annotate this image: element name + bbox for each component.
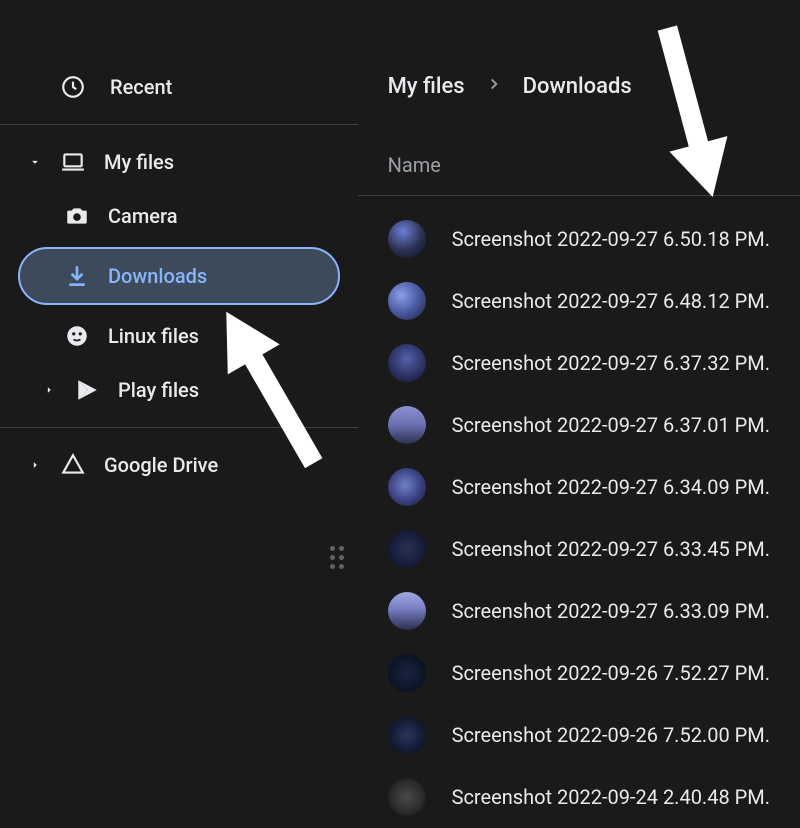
breadcrumb: My files Downloads: [358, 60, 800, 113]
sidebar-item-downloads[interactable]: Downloads: [18, 247, 340, 305]
thumbnail-icon: [388, 344, 426, 382]
thumbnail-icon: [388, 468, 426, 506]
thumbnail-icon: [388, 716, 426, 754]
divider: [0, 427, 358, 428]
breadcrumb-current: Downloads: [523, 74, 632, 99]
linux-files-label: Linux files: [108, 324, 199, 348]
file-name: Screenshot 2022-09-27 6.37.01 PM.: [452, 413, 770, 437]
sidebar: Recent My files Camera Downloads Linux f…: [0, 0, 358, 800]
sidebar-item-google-drive[interactable]: Google Drive: [0, 438, 358, 492]
thumbnail-icon: [388, 654, 426, 692]
recent-label: Recent: [110, 75, 172, 99]
file-row[interactable]: Screenshot 2022-09-27 6.48.12 PM.: [358, 270, 800, 332]
divider: [358, 195, 800, 196]
sidebar-item-my-files[interactable]: My files: [0, 135, 358, 189]
chevron-down-icon: [28, 155, 42, 169]
file-name: Screenshot 2022-09-27 6.48.12 PM.: [452, 289, 770, 313]
file-row[interactable]: Screenshot 2022-09-27 6.33.09 PM.: [358, 580, 800, 642]
breadcrumb-root[interactable]: My files: [388, 74, 465, 99]
sidebar-item-camera[interactable]: Camera: [0, 189, 358, 243]
file-row[interactable]: Screenshot 2022-09-26 7.52.00 PM.: [358, 704, 800, 766]
file-row[interactable]: Screenshot 2022-09-26 7.52.27 PM.: [358, 642, 800, 704]
download-icon: [64, 263, 90, 289]
clock-icon: [60, 74, 86, 100]
thumbnail-icon: [388, 778, 426, 816]
file-name: Screenshot 2022-09-24 2.40.48 PM.: [452, 785, 770, 809]
drag-handle[interactable]: [330, 546, 346, 570]
camera-label: Camera: [108, 204, 177, 228]
file-row[interactable]: Screenshot 2022-09-27 6.37.32 PM.: [358, 332, 800, 394]
file-name: Screenshot 2022-09-27 6.50.18 PM.: [452, 227, 770, 251]
linux-icon: [64, 323, 90, 349]
google-drive-label: Google Drive: [104, 453, 218, 477]
laptop-icon: [60, 149, 86, 175]
play-icon: [74, 377, 100, 403]
divider: [0, 124, 358, 125]
chevron-right-icon: [42, 383, 56, 397]
main-panel: My files Downloads Name Screenshot 2022-…: [358, 0, 800, 800]
file-row[interactable]: Screenshot 2022-09-27 6.50.18 PM.: [358, 208, 800, 270]
drive-icon: [60, 452, 86, 478]
downloads-label: Downloads: [108, 264, 207, 288]
file-name: Screenshot 2022-09-27 6.33.09 PM.: [452, 599, 770, 623]
file-name: Screenshot 2022-09-26 7.52.00 PM.: [452, 723, 770, 747]
file-row[interactable]: Screenshot 2022-09-27 6.34.09 PM.: [358, 456, 800, 518]
chevron-right-icon: [28, 458, 42, 472]
thumbnail-icon: [388, 406, 426, 444]
my-files-label: My files: [104, 150, 174, 174]
chevron-right-icon: [485, 75, 503, 98]
file-row[interactable]: Screenshot 2022-09-27 6.33.45 PM.: [358, 518, 800, 580]
thumbnail-icon: [388, 592, 426, 630]
file-name: Screenshot 2022-09-27 6.33.45 PM.: [452, 537, 770, 561]
sidebar-item-recent[interactable]: Recent: [0, 60, 358, 114]
column-header-name[interactable]: Name: [358, 113, 800, 195]
sidebar-item-linux-files[interactable]: Linux files: [0, 309, 358, 363]
thumbnail-icon: [388, 282, 426, 320]
play-files-label: Play files: [118, 378, 199, 402]
camera-icon: [64, 203, 90, 229]
thumbnail-icon: [388, 220, 426, 258]
file-name: Screenshot 2022-09-27 6.34.09 PM.: [452, 475, 770, 499]
thumbnail-icon: [388, 530, 426, 568]
sidebar-item-play-files[interactable]: Play files: [0, 363, 358, 417]
file-row[interactable]: Screenshot 2022-09-24 2.40.48 PM.: [358, 766, 800, 828]
file-row[interactable]: Screenshot 2022-09-27 6.37.01 PM.: [358, 394, 800, 456]
file-name: Screenshot 2022-09-26 7.52.27 PM.: [452, 661, 770, 685]
file-name: Screenshot 2022-09-27 6.37.32 PM.: [452, 351, 770, 375]
